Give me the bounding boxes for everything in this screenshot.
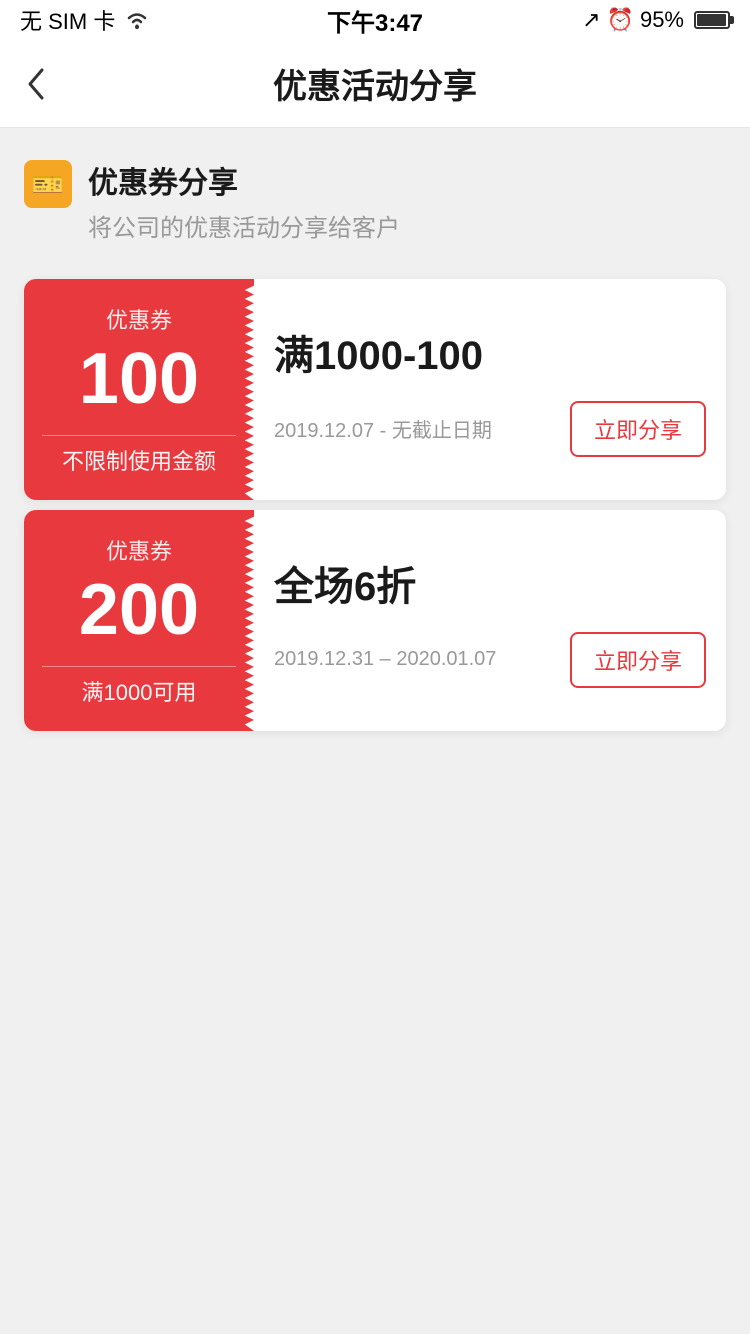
section-subtitle: 将公司的优惠活动分享给客户 [88,208,400,243]
section-header: 🎫 优惠券分享 将公司的优惠活动分享给客户 [0,128,750,259]
coupon-condition-2: 满1000可用 [82,675,197,707]
coupon-card-2: 优惠券 200 满1000可用 全场6折 2019.12.31 – 2020.0… [24,510,726,731]
coupon-stub-1: 优惠券 100 不限制使用金额 [24,279,254,500]
status-carrier: 无 SIM 卡 [20,4,151,36]
location-icon: ↗ [582,7,600,33]
status-time: 下午3:47 [327,3,423,38]
status-indicators: ↗ ⏰ 95% [582,7,730,33]
empty-area [0,751,750,1251]
battery-percent: 95% [640,7,684,33]
status-bar: 无 SIM 卡 下午3:47 ↗ ⏰ 95% [0,0,750,40]
coupon-divider-1 [42,435,236,436]
coupon-stub-2: 优惠券 200 满1000可用 [24,510,254,731]
section-icon: 🎫 [24,160,72,208]
nav-bar: 优惠活动分享 [0,40,750,128]
coupon-amount-1: 100 [79,343,199,415]
coupon-meta-2: 2019.12.31 – 2020.01.07 立即分享 [274,632,706,688]
back-button[interactable] [24,66,46,102]
section-text: 优惠券分享 将公司的优惠活动分享给客户 [88,158,400,243]
battery-icon [694,11,730,29]
coupon-date-1: 2019.12.07 - 无截止日期 [274,414,558,443]
coupon-card-1: 优惠券 100 不限制使用金额 满1000-100 2019.12.07 - 无… [24,279,726,500]
coupon-detail-2: 全场6折 2019.12.31 – 2020.01.07 立即分享 [254,510,726,731]
page-title: 优惠活动分享 [273,59,477,108]
coupon-condition-1: 不限制使用金额 [62,444,216,476]
coupon-amount-2: 200 [79,574,199,646]
coupon-divider-2 [42,666,236,667]
alarm-icon: ⏰ [607,7,634,33]
coupon-detail-1: 满1000-100 2019.12.07 - 无截止日期 立即分享 [254,279,726,500]
coupon-title-2: 全场6折 [274,554,706,612]
carrier-text: 无 SIM 卡 [20,4,115,36]
wifi-icon [123,10,151,30]
section-title: 优惠券分享 [88,158,400,202]
coupon-title-1: 满1000-100 [274,323,706,381]
share-button-2[interactable]: 立即分享 [570,632,706,688]
coupon-meta-1: 2019.12.07 - 无截止日期 立即分享 [274,401,706,457]
coupon-type-1: 优惠券 [106,303,172,335]
coupon-list: 优惠券 100 不限制使用金额 满1000-100 2019.12.07 - 无… [0,259,750,751]
share-button-1[interactable]: 立即分享 [570,401,706,457]
coupon-type-2: 优惠券 [106,534,172,566]
coupon-date-2: 2019.12.31 – 2020.01.07 [274,648,558,671]
